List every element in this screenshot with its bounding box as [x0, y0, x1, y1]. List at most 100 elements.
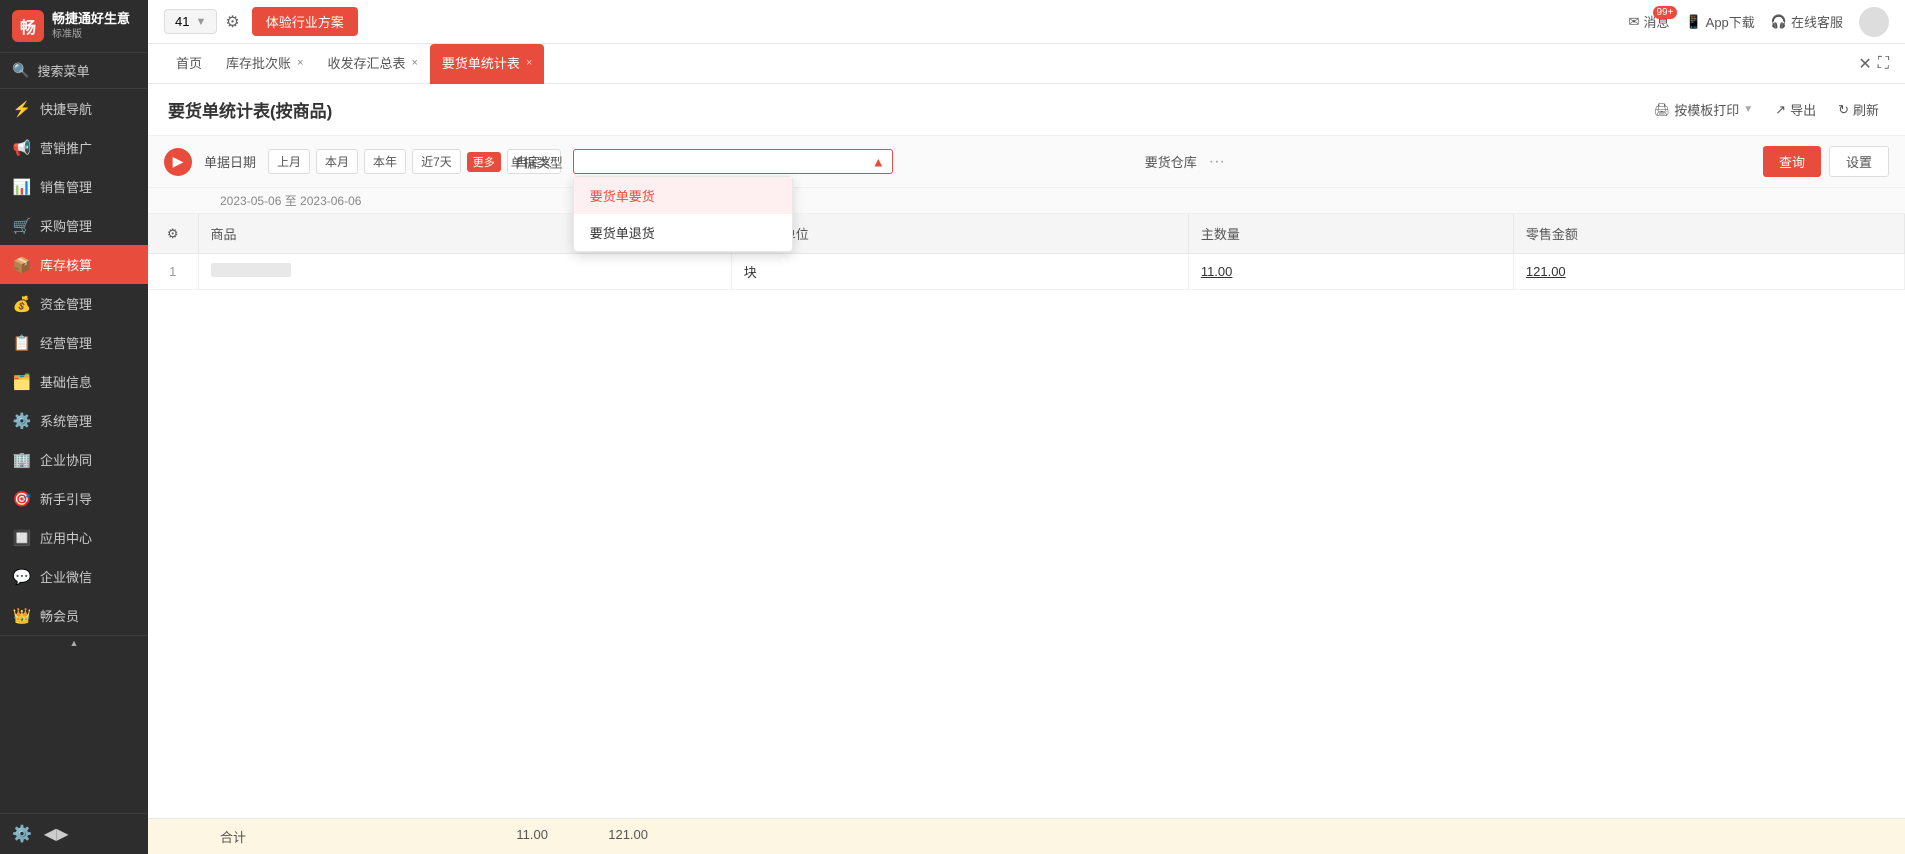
- settings-icon[interactable]: ⚙️: [12, 824, 32, 844]
- sidebar-item-quick-nav[interactable]: ⚡ 快捷导航: [0, 89, 148, 128]
- tab-home[interactable]: 首页: [164, 44, 214, 84]
- close-all-tabs-button[interactable]: ✕: [1858, 54, 1871, 74]
- col-settings[interactable]: ⚙: [148, 214, 198, 254]
- sidebar-logo: 畅 畅捷通好生意 标准版: [0, 0, 148, 53]
- query-button[interactable]: 查询: [1763, 146, 1821, 177]
- cell-qty-0: 11.00: [1188, 254, 1513, 290]
- tab-order-stats[interactable]: 要货单统计表×: [430, 44, 544, 84]
- brand-text: 畅捷通好生意 标准版: [52, 11, 130, 41]
- cell-unit-0: 块: [731, 254, 1188, 290]
- sidebar-item-inventory[interactable]: 📦 库存核算: [0, 245, 148, 284]
- sidebar-label-quick-nav: 快捷导航: [40, 99, 92, 118]
- sidebar-item-finance[interactable]: 💰 资金管理: [0, 284, 148, 323]
- filter-actions: 查询 设置: [1763, 146, 1889, 177]
- sidebar-icon-purchase: 🛒: [12, 217, 32, 235]
- export-icon: ↗: [1775, 102, 1786, 118]
- last-month-button[interactable]: 上月: [268, 149, 310, 174]
- sidebar-search-label: 搜索菜单: [37, 61, 89, 80]
- store-selector[interactable]: 41 ▼: [164, 9, 217, 34]
- sidebar-footer: ⚙️ ◀▶: [0, 813, 148, 854]
- footer-qty: 11.00: [410, 827, 560, 846]
- tab-close-receive[interactable]: ×: [411, 57, 417, 69]
- sidebar-item-member[interactable]: 👑 畅会员: [0, 596, 148, 635]
- refresh-button[interactable]: ↻ 刷新: [1832, 96, 1885, 123]
- date-filter-label: 单据日期: [204, 152, 256, 171]
- type-dropdown-menu: 要货单要货 要货单退货: [573, 176, 793, 252]
- sidebar-label-guide: 新手引导: [40, 489, 92, 508]
- sidebar-icon-wechat: 💬: [12, 568, 32, 586]
- more-dates-badge[interactable]: 更多: [467, 152, 501, 172]
- warehouse-filter-dots-icon[interactable]: ···: [1209, 153, 1225, 171]
- table-body: 1 商品名称 块 11.00 121.00: [148, 254, 1905, 290]
- tabs-bar: 首页库存批次账×收发存汇总表×要货单统计表× ✕ ⛶: [148, 44, 1905, 84]
- sidebar-item-operation[interactable]: 📋 经营管理: [0, 323, 148, 362]
- brand-icon: 畅: [12, 10, 44, 42]
- page-title: 要货单统计表(按商品): [168, 97, 332, 122]
- data-table: ⚙ 商品 主计量单位 主数量 零售金额 1 商品名称 块 11.00 121.0…: [148, 214, 1905, 290]
- sidebar-item-enterprise[interactable]: 🏢 企业协同: [0, 440, 148, 479]
- cell-seq-0: 1: [148, 254, 198, 290]
- store-chevron-icon: ▼: [195, 16, 206, 28]
- page-header-actions: 🖨 按模板打印 ▼ ↗ 导出 ↻ 刷新: [1648, 96, 1885, 123]
- page-header: 要货单统计表(按商品) 🖨 按模板打印 ▼ ↗ 导出 ↻ 刷新: [148, 84, 1905, 136]
- user-avatar[interactable]: [1859, 7, 1889, 37]
- export-button[interactable]: ↗ 导出: [1769, 96, 1822, 123]
- date-range-text: 2023-05-06 至 2023-06-06: [220, 194, 361, 208]
- sidebar-item-wechat[interactable]: 💬 企业微信: [0, 557, 148, 596]
- page-area: 要货单统计表(按商品) 🖨 按模板打印 ▼ ↗ 导出 ↻ 刷新 ▶: [148, 84, 1905, 854]
- sidebar-item-purchase[interactable]: 🛒 采购管理: [0, 206, 148, 245]
- print-template-button[interactable]: 🖨 按模板打印 ▼: [1648, 96, 1759, 123]
- filter-expand-button[interactable]: ▶: [164, 148, 192, 176]
- tab-close-batch[interactable]: ×: [297, 57, 303, 69]
- main-content: 41 ▼ ⚙ 体验行业方案 ✉ 消息 99+ 📱 App下载 🎧 在线客服: [148, 0, 1905, 854]
- refresh-icon: ↻: [1838, 102, 1849, 118]
- store-name: 41: [175, 14, 189, 29]
- collapse-icon[interactable]: ◀▶: [44, 824, 69, 844]
- sidebar-item-base[interactable]: 🗂️ 基础信息: [0, 362, 148, 401]
- sidebar-search[interactable]: 🔍 搜索菜单: [0, 53, 148, 89]
- tab-receive[interactable]: 收发存汇总表×: [315, 44, 429, 84]
- type-filter-label: 单据类型: [511, 152, 563, 171]
- date-range-row: 2023-05-06 至 2023-06-06: [148, 188, 1905, 214]
- tab-close-order-stats[interactable]: ×: [526, 57, 532, 69]
- settings-button[interactable]: 设置: [1829, 146, 1889, 177]
- dropdown-item-order[interactable]: 要货单要货: [574, 177, 792, 214]
- last-7-days-button[interactable]: 近7天: [412, 149, 461, 174]
- topbar-right: ✉ 消息 99+ 📱 App下载 🎧 在线客服: [1629, 7, 1889, 37]
- table-header-row: ⚙ 商品 主计量单位 主数量 零售金额: [148, 214, 1905, 254]
- tab-label-home: 首页: [176, 53, 202, 72]
- sidebar-item-guide[interactable]: 🎯 新手引导: [0, 479, 148, 518]
- sidebar-label-inventory: 库存核算: [40, 255, 92, 274]
- app-download-button[interactable]: 📱 App下载: [1685, 12, 1754, 31]
- sidebar-item-sales[interactable]: 📊 销售管理: [0, 167, 148, 206]
- sidebar-item-app[interactable]: 🔲 应用中心: [0, 518, 148, 557]
- sidebar-item-marketing[interactable]: 📢 营销推广: [0, 128, 148, 167]
- tab-batch[interactable]: 库存批次账×: [214, 44, 315, 84]
- dropdown-item-return[interactable]: 要货单退货: [574, 214, 792, 251]
- sidebar-label-app: 应用中心: [40, 528, 92, 547]
- sidebar-item-system[interactable]: ⚙️ 系统管理: [0, 401, 148, 440]
- sidebar-icon-system: ⚙️: [12, 412, 32, 430]
- type-filter-chevron-icon[interactable]: ▲: [872, 154, 885, 169]
- expand-tabs-button[interactable]: ⛶: [1878, 54, 1889, 74]
- messages-button[interactable]: ✉ 消息 99+: [1629, 12, 1670, 31]
- app-download-icon: 📱: [1685, 14, 1701, 30]
- sidebar-scroll-up[interactable]: ▲: [0, 635, 148, 649]
- type-filter-input[interactable]: [573, 149, 893, 174]
- messages-badge: 99+: [1653, 6, 1678, 19]
- topbar-settings-icon[interactable]: ⚙: [225, 12, 239, 32]
- sidebar-icon-enterprise: 🏢: [12, 451, 32, 469]
- sidebar-icon-sales: 📊: [12, 178, 32, 196]
- sidebar-icon-finance: 💰: [12, 295, 32, 313]
- print-icon: 🖨: [1654, 102, 1671, 118]
- trial-button[interactable]: 体验行业方案: [252, 7, 358, 36]
- messages-icon: ✉: [1629, 14, 1640, 30]
- footer-amount: 121.00: [560, 827, 660, 846]
- online-service-button[interactable]: 🎧 在线客服: [1771, 12, 1843, 31]
- sidebar-icon-guide: 🎯: [12, 490, 32, 508]
- sidebar-label-base: 基础信息: [40, 372, 92, 391]
- this-month-button[interactable]: 本月: [316, 149, 358, 174]
- sidebar-label-system: 系统管理: [40, 411, 92, 430]
- this-year-button[interactable]: 本年: [364, 149, 406, 174]
- sidebar-label-member: 畅会员: [40, 606, 79, 625]
